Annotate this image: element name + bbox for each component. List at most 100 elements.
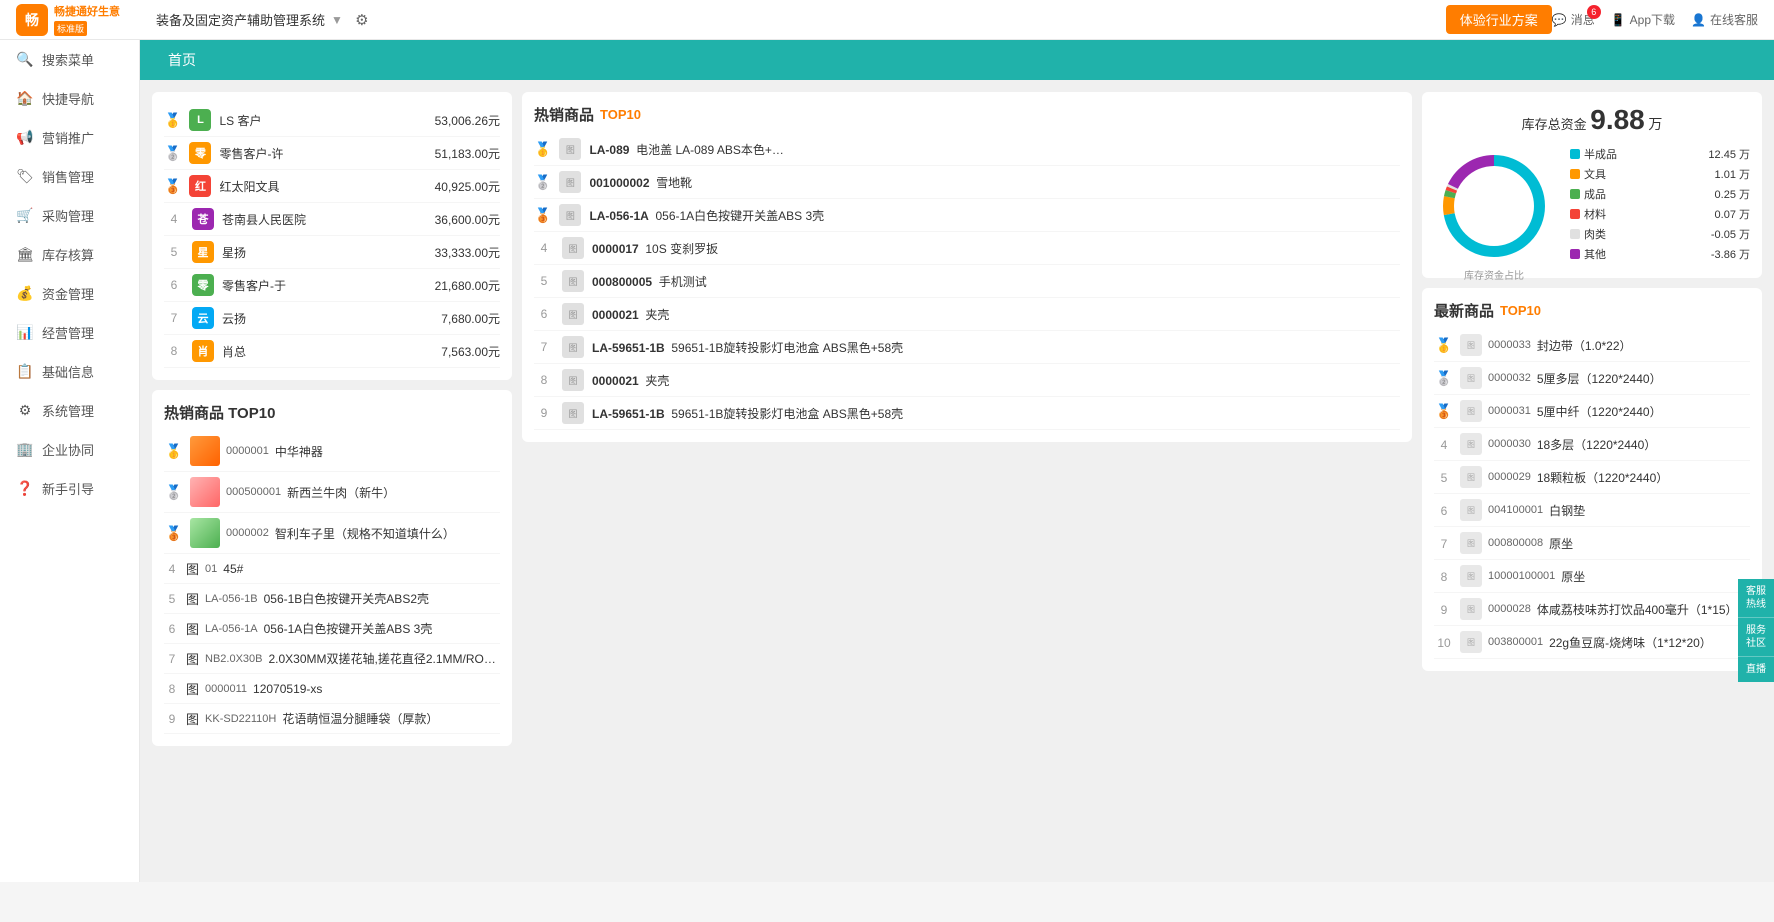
search-icon: 🔍 [16, 51, 34, 69]
phone-icon: 📱 [1611, 13, 1626, 27]
legend-color-dot [1570, 249, 1580, 259]
online-service-action[interactable]: 👤 在线客服 [1691, 11, 1758, 28]
logo-icon: 畅 [16, 4, 48, 36]
rank-item: 6 图 0000021 夹壳 [534, 298, 1400, 331]
new-item: 4 图 0000030 18多层（1220*2440） [1434, 428, 1750, 461]
hot-item: 7 图 NB2.0X30B 2.0X30MM双搓花轴,搓花直径2.1MM/ROH… [164, 644, 500, 674]
sidebar-item-collab[interactable]: 🏢 企业协同 [0, 430, 139, 469]
right-column: 库存总资金 9.88 万 [1422, 92, 1762, 870]
live-stream-button[interactable]: 直播 [1738, 657, 1774, 682]
message-action[interactable]: 💬 消息 6 [1552, 11, 1595, 28]
rank-item: 7 图 LA-59651-1B 59651-1B旋转投影灯电池盒 ABS黑色+5… [534, 331, 1400, 364]
content-area: 🥇 L LS 客户 53,006.26元 🥈 零 零售客户-许 51,183.0… [140, 80, 1774, 882]
new-item: 🥉 图 0000031 5厘中纤（1220*2440） [1434, 395, 1750, 428]
sidebar-item-nav[interactable]: 🏠 快捷导航 [0, 79, 139, 118]
operations-icon: 📊 [16, 324, 34, 342]
customer-badge: 零 [192, 274, 214, 296]
hot-products-mid-scroll[interactable]: 🥇 图 LA-089 电池盖 LA-089 ABS本色+黑种 7.1克 🥈 图 … [534, 133, 1400, 430]
gold-medal-icon: 🥇 [1435, 337, 1452, 353]
topbar-actions: 💬 消息 6 📱 App下载 👤 在线客服 [1552, 11, 1758, 28]
product-image-placeholder: 图 [559, 204, 581, 226]
hot-item: 8 图 0000011 12070519-xs [164, 674, 500, 704]
rank-item: 9 图 LA-59651-1B 59651-1B旋转投影灯电池盒 ABS黑色+5… [534, 397, 1400, 430]
customer-badge: 肖 [192, 340, 214, 362]
trial-button[interactable]: 体验行业方案 [1446, 5, 1552, 34]
guide-icon: ❓ [16, 480, 34, 498]
hot-products-mid-header: 热销商品 TOP10 [534, 104, 1400, 125]
sidebar-item-label: 新手引导 [42, 479, 94, 498]
hot-item: 🥇 0000001 中华神器 [164, 431, 500, 472]
gear-icon[interactable]: ⚙ [351, 9, 373, 31]
sidebar-item-label: 系统管理 [42, 401, 94, 420]
product-image-placeholder: 图 [1460, 400, 1482, 422]
bronze-medal-icon: 🥉 [164, 525, 184, 542]
logo-text: 畅捷通好生意 标准版 [54, 3, 120, 36]
sidebar-item-operations[interactable]: 📊 经营管理 [0, 313, 139, 352]
product-image-placeholder: 图 [562, 369, 584, 391]
product-image-placeholder: 图 [1460, 334, 1482, 356]
system-selector[interactable]: 装备及固定资产辅助管理系统 ▼ ⚙ [156, 9, 1446, 31]
product-image-placeholder: 图 [562, 303, 584, 325]
hot-products-bottom-header: 热销商品 TOP10 [164, 402, 500, 423]
legend-item: 肉类 -0.05 万 [1570, 226, 1750, 242]
app-download-action[interactable]: 📱 App下载 [1611, 11, 1675, 28]
rank-item: 🥉 图 LA-056-1A 056-1A白色按键开关盖ABS 3壳 [534, 199, 1400, 232]
legend-color-dot [1570, 189, 1580, 199]
silver-medal-icon: 🥈 [164, 145, 181, 162]
purchase-icon: 🛒 [16, 207, 34, 225]
service-community-button[interactable]: 服务社区 [1738, 618, 1774, 657]
sidebar-item-system[interactable]: ⚙ 系统管理 [0, 391, 139, 430]
sidebar-item-label: 快捷导航 [42, 89, 94, 108]
product-image-placeholder: 图 [1460, 532, 1482, 554]
newest-products-card: 最新商品 TOP10 🥇 图 0000033 封边带（1.0*22） 🥈 图 0… [1422, 288, 1762, 671]
sidebar-item-basics[interactable]: 📋 基础信息 [0, 352, 139, 391]
legend-color-dot [1570, 209, 1580, 219]
rank-item: 🥈 零 零售客户-许 51,183.00元 [164, 137, 500, 170]
sidebar-item-label: 营销推广 [42, 128, 94, 147]
sidebar: 🔍 搜索菜单 🏠 快捷导航 📢 营销推广 🏷 销售管理 🛒 采购管理 🏛 库存核… [0, 40, 140, 882]
customer-rank-list: 🥇 L LS 客户 53,006.26元 🥈 零 零售客户-许 51,183.0… [164, 104, 500, 368]
sidebar-item-inventory[interactable]: 🏛 库存核算 [0, 235, 139, 274]
sidebar-item-guide[interactable]: ❓ 新手引导 [0, 469, 139, 508]
sidebar-item-label: 库存核算 [42, 245, 94, 264]
chevron-down-icon: ▼ [331, 13, 343, 27]
hot-item: 🥉 0000002 智利车子里（规格不知道填什么） [164, 513, 500, 554]
rank-item: 7 云 云扬 7,680.00元 [164, 302, 500, 335]
message-icon: 💬 [1552, 13, 1567, 27]
new-item: 8 图 10000100001 原坐 [1434, 560, 1750, 593]
sidebar-item-search[interactable]: 🔍 搜索菜单 [0, 40, 139, 79]
rank-item: 4 图 0000017 10S 变刹罗扳 [534, 232, 1400, 265]
rank-item: 5 星 星扬 33,333.00元 [164, 236, 500, 269]
sidebar-item-marketing[interactable]: 📢 营销推广 [0, 118, 139, 157]
online-service-label: 在线客服 [1710, 11, 1758, 28]
rank-item: 🥉 红 红太阳文具 40,925.00元 [164, 170, 500, 203]
donut-center-label: 库存资金占比 [1464, 267, 1524, 282]
breadcrumb-tab-home[interactable]: 首页 [156, 50, 208, 70]
rank-item: 5 图 000800005 手机测试 [534, 265, 1400, 298]
product-image-placeholder: 图 [559, 171, 581, 193]
new-item: 🥇 图 0000033 封边带（1.0*22） [1434, 329, 1750, 362]
app-download-label: App下载 [1630, 11, 1675, 28]
legend-color-dot [1570, 169, 1580, 179]
product-image-placeholder: 图 [1460, 565, 1482, 587]
sidebar-item-finance[interactable]: 💰 资金管理 [0, 274, 139, 313]
legend-item: 材料 0.07 万 [1570, 206, 1750, 222]
message-badge: 6 [1587, 5, 1601, 19]
middle-column: 热销商品 TOP10 🥇 图 LA-089 电池盖 LA-089 ABS本色+黑… [522, 92, 1412, 870]
product-image-placeholder: 图 [186, 559, 199, 578]
new-item: 10 图 003800001 22g鱼豆腐-烧烤味（1*12*20） [1434, 626, 1750, 659]
main-content: 首页 🥇 L LS 客户 53,006.26元 🥈 零 零售客户-许 [140, 40, 1774, 882]
customer-service-button[interactable]: 客服热线 [1738, 579, 1774, 618]
hot-products-bottom-card: 热销商品 TOP10 🥇 0000001 中华神器 🥈 000500001 新西… [152, 390, 512, 746]
new-item: 🥈 图 0000032 5厘多层（1220*2440） [1434, 362, 1750, 395]
product-image-placeholder: 图 [1460, 631, 1482, 653]
product-image [190, 518, 220, 548]
product-image-placeholder: 图 [1460, 433, 1482, 455]
legend-item: 半成品 12.45 万 [1570, 146, 1750, 162]
inventory-card: 库存总资金 9.88 万 [1422, 92, 1762, 278]
silver-medal-icon: 🥈 [534, 174, 551, 191]
sidebar-item-sales[interactable]: 🏷 销售管理 [0, 157, 139, 196]
newest-products-list[interactable]: 🥇 图 0000033 封边带（1.0*22） 🥈 图 0000032 5厘多层… [1434, 329, 1750, 659]
sidebar-item-purchase[interactable]: 🛒 采购管理 [0, 196, 139, 235]
sidebar-item-label: 基础信息 [42, 362, 94, 381]
